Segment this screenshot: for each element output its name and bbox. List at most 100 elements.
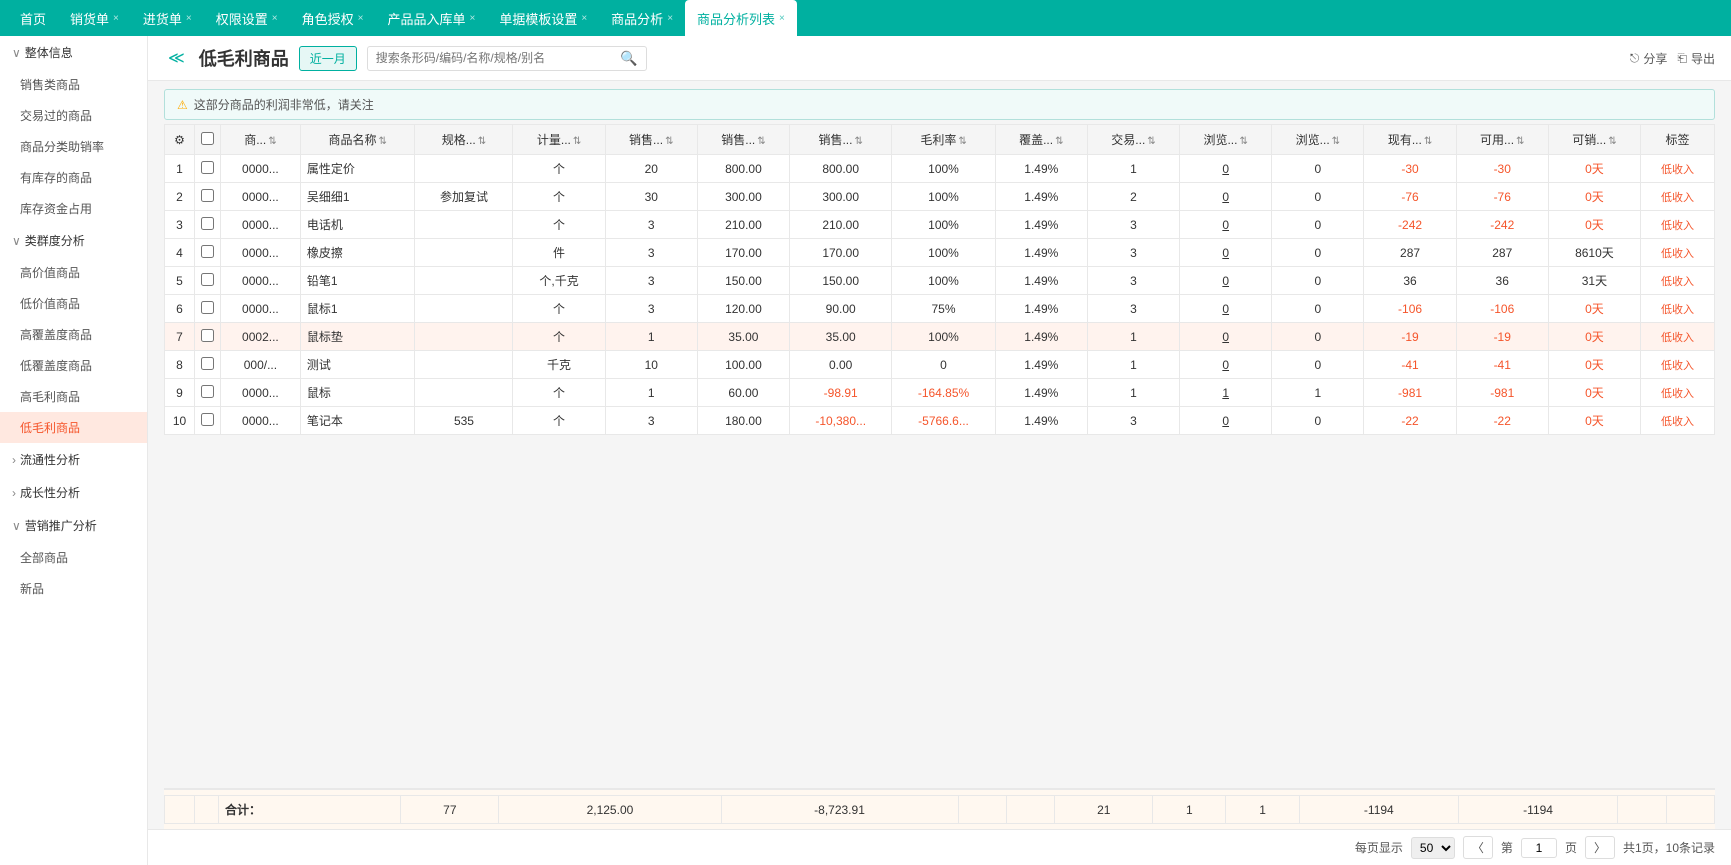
sidebar-group-marketing[interactable]: ∨ 营销推广分析 xyxy=(0,509,147,542)
cell-name[interactable]: 测试 xyxy=(300,351,415,379)
cell-view1[interactable]: 0 xyxy=(1180,155,1272,183)
cell-checkbox[interactable] xyxy=(195,211,221,239)
col-sellable[interactable]: 可销...⇅ xyxy=(1548,125,1640,155)
nav-close-template[interactable]: × xyxy=(581,13,587,24)
cell-name[interactable]: 鼠标1 xyxy=(300,295,415,323)
cell-view1[interactable]: 0 xyxy=(1180,323,1272,351)
row-checkbox[interactable] xyxy=(201,273,214,286)
cell-checkbox[interactable] xyxy=(195,379,221,407)
nav-close-permissions[interactable]: × xyxy=(272,13,278,24)
page-number-input[interactable] xyxy=(1521,838,1557,858)
col-tag[interactable]: 标签 xyxy=(1641,125,1715,155)
col-view1[interactable]: 浏览...⇅ xyxy=(1180,125,1272,155)
prev-page-btn[interactable]: 〈 xyxy=(1463,836,1493,859)
row-checkbox[interactable] xyxy=(201,161,214,174)
cell-name[interactable]: 吴细细1 xyxy=(300,183,415,211)
row-checkbox[interactable] xyxy=(201,329,214,342)
cell-view1[interactable]: 0 xyxy=(1180,239,1272,267)
next-page-btn[interactable]: 〉 xyxy=(1585,836,1615,859)
export-button[interactable]: ⎗ 导出 xyxy=(1677,50,1715,67)
sidebar-item-stock-capital[interactable]: 库存资金占用 xyxy=(0,193,147,224)
filter-recent-month[interactable]: 近一月 xyxy=(299,46,357,71)
cell-name[interactable]: 笔记本 xyxy=(300,407,415,435)
cell-view1[interactable]: 0 xyxy=(1180,351,1272,379)
col-unit[interactable]: 计量...⇅ xyxy=(513,125,605,155)
nav-close-roles[interactable]: × xyxy=(358,13,364,24)
cell-checkbox[interactable] xyxy=(195,155,221,183)
sidebar-item-high-margin[interactable]: 高毛利商品 xyxy=(0,381,147,412)
cell-view1[interactable]: 0 xyxy=(1180,267,1272,295)
page-size-select[interactable]: 50 xyxy=(1411,837,1455,859)
col-sales-price[interactable]: 销售...⇅ xyxy=(697,125,789,155)
col-available[interactable]: 可用...⇅ xyxy=(1456,125,1548,155)
cell-view1[interactable]: 0 xyxy=(1180,183,1272,211)
cell-checkbox[interactable] xyxy=(195,351,221,379)
search-icon[interactable]: 🔍 xyxy=(620,50,637,67)
col-current[interactable]: 现有...⇅ xyxy=(1364,125,1456,155)
sidebar-item-sales-goods[interactable]: 销售类商品 xyxy=(0,69,147,100)
col-view2[interactable]: 浏览...⇅ xyxy=(1272,125,1364,155)
sidebar-group-cluster[interactable]: ∨ 类群度分析 xyxy=(0,224,147,257)
col-checkbox[interactable] xyxy=(195,125,221,155)
col-settings[interactable]: ⚙ xyxy=(165,125,195,155)
nav-products[interactable]: 产品品入库单 × xyxy=(375,0,487,36)
sidebar-item-stocked-goods[interactable]: 有库存的商品 xyxy=(0,162,147,193)
settings-icon[interactable]: ⚙ xyxy=(174,133,185,147)
cell-checkbox[interactable] xyxy=(195,295,221,323)
nav-close-sales[interactable]: × xyxy=(113,13,119,24)
cell-name[interactable]: 铅笔1 xyxy=(300,267,415,295)
sidebar-item-all-goods[interactable]: 全部商品 xyxy=(0,542,147,573)
sidebar-group-overall[interactable]: ∨ 整体信息 xyxy=(0,36,147,69)
nav-goods-analysis[interactable]: 商品分析 × xyxy=(599,0,685,36)
cell-checkbox[interactable] xyxy=(195,323,221,351)
share-button[interactable]: ⎋ 分享 xyxy=(1630,50,1668,67)
sidebar-item-low-value[interactable]: 低价值商品 xyxy=(0,288,147,319)
row-checkbox[interactable] xyxy=(201,357,214,370)
col-sales-qty[interactable]: 销售...⇅ xyxy=(605,125,697,155)
sidebar-group-growth[interactable]: › 成长性分析 xyxy=(0,476,147,509)
sidebar-item-low-margin[interactable]: 低毛利商品 xyxy=(0,412,147,443)
nav-sales[interactable]: 销货单 × xyxy=(58,0,131,36)
cell-name[interactable]: 鼠标 xyxy=(300,379,415,407)
nav-roles[interactable]: 角色授权 × xyxy=(290,0,376,36)
col-name[interactable]: 商品名称⇅ xyxy=(300,125,415,155)
sidebar-item-category-sales[interactable]: 商品分类助销率 xyxy=(0,131,147,162)
col-coverage[interactable]: 覆盖...⇅ xyxy=(995,125,1087,155)
cell-checkbox[interactable] xyxy=(195,183,221,211)
cell-view1[interactable]: 1 xyxy=(1180,379,1272,407)
sidebar-item-new-goods[interactable]: 新品 xyxy=(0,573,147,604)
sidebar-item-high-coverage[interactable]: 高覆盖度商品 xyxy=(0,319,147,350)
row-checkbox[interactable] xyxy=(201,385,214,398)
row-checkbox[interactable] xyxy=(201,301,214,314)
cell-view1[interactable]: 0 xyxy=(1180,295,1272,323)
nav-close-goods-analysis[interactable]: × xyxy=(667,13,673,24)
col-trade[interactable]: 交易...⇅ xyxy=(1087,125,1179,155)
col-code[interactable]: 商...⇅ xyxy=(221,125,301,155)
search-input[interactable] xyxy=(376,51,621,65)
nav-permissions[interactable]: 权限设置 × xyxy=(204,0,290,36)
nav-close-goods-analysis-list[interactable]: × xyxy=(779,13,785,24)
cell-checkbox[interactable] xyxy=(195,239,221,267)
nav-close-products[interactable]: × xyxy=(469,13,475,24)
col-margin-rate[interactable]: 毛利率⇅ xyxy=(892,125,995,155)
row-checkbox[interactable] xyxy=(201,245,214,258)
cell-view1[interactable]: 0 xyxy=(1180,211,1272,239)
cell-checkbox[interactable] xyxy=(195,267,221,295)
nav-template[interactable]: 单据模板设置 × xyxy=(487,0,599,36)
nav-goods-analysis-list[interactable]: 商品分析列表 × xyxy=(685,0,797,36)
nav-home[interactable]: 首页 xyxy=(8,0,58,36)
sidebar-item-high-value[interactable]: 高价值商品 xyxy=(0,257,147,288)
cell-name[interactable]: 属性定价 xyxy=(300,155,415,183)
row-checkbox[interactable] xyxy=(201,189,214,202)
row-checkbox[interactable] xyxy=(201,413,214,426)
row-checkbox[interactable] xyxy=(201,217,214,230)
col-spec[interactable]: 规格...⇅ xyxy=(415,125,513,155)
nav-purchase[interactable]: 进货单 × xyxy=(131,0,204,36)
cell-name[interactable]: 鼠标垫 xyxy=(300,323,415,351)
select-all-checkbox[interactable] xyxy=(201,132,214,145)
cell-view1[interactable]: 0 xyxy=(1180,407,1272,435)
cell-name[interactable]: 电话机 xyxy=(300,211,415,239)
cell-name[interactable]: 橡皮擦 xyxy=(300,239,415,267)
col-sales-amount[interactable]: 销售...⇅ xyxy=(790,125,892,155)
cell-checkbox[interactable] xyxy=(195,407,221,435)
